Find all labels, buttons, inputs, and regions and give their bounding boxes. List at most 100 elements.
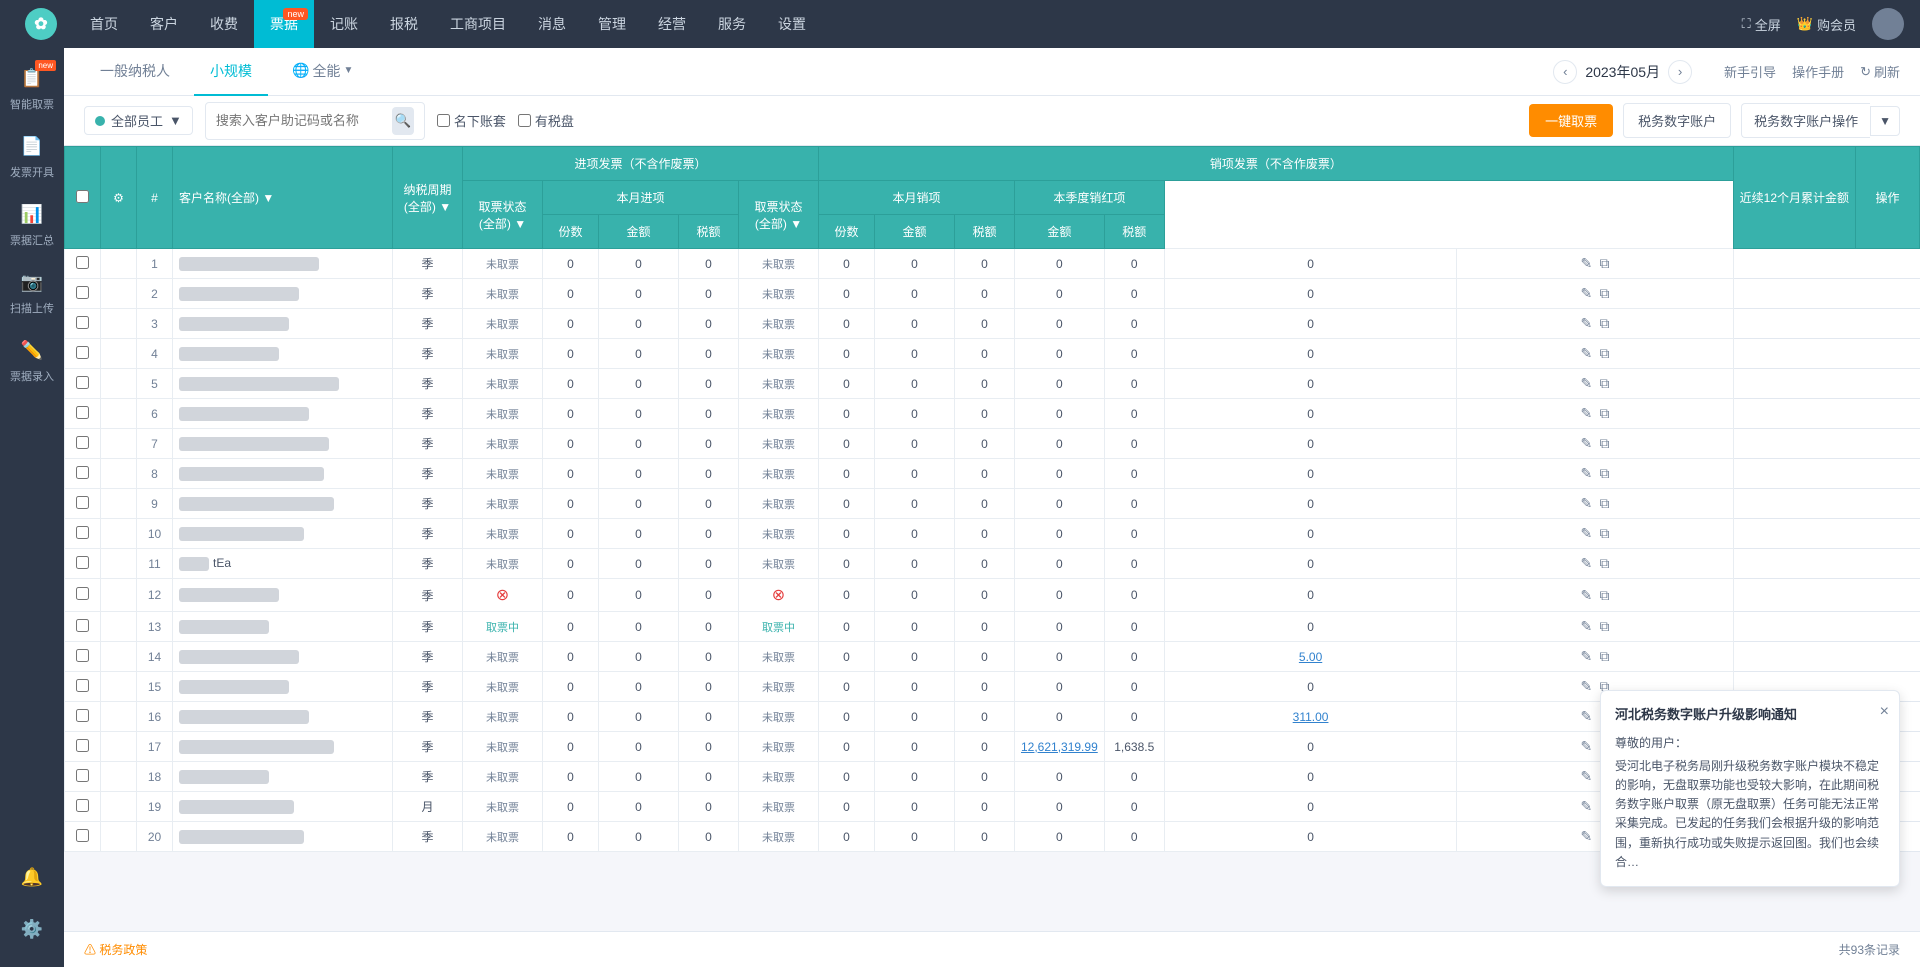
edit-action-button[interactable]: ✎	[1580, 618, 1592, 634]
user-avatar[interactable]	[1872, 8, 1904, 40]
row-checkbox[interactable]	[76, 256, 89, 269]
guide-link[interactable]: 新手引导	[1724, 62, 1776, 81]
staff-filter[interactable]: 全部员工 ▼	[84, 106, 193, 135]
copy-action-button[interactable]: ⧉	[1600, 525, 1610, 541]
edit-action-button[interactable]: ✎	[1580, 648, 1592, 664]
logo[interactable]: ✿	[16, 0, 66, 48]
nav-item-settings[interactable]: 设置	[762, 0, 822, 48]
edit-action-button[interactable]: ✎	[1580, 768, 1592, 784]
fullscreen-button[interactable]: ⛶ 全屏	[1742, 15, 1781, 34]
copy-action-button[interactable]: ⧉	[1600, 618, 1610, 634]
select-all-checkbox[interactable]	[76, 190, 89, 203]
nav-item-service[interactable]: 服务	[702, 0, 762, 48]
copy-action-button[interactable]: ⧉	[1600, 555, 1610, 571]
row-checkbox[interactable]	[76, 436, 89, 449]
copy-action-button[interactable]: ⧉	[1600, 285, 1610, 301]
nav-item-business[interactable]: 工商项目	[434, 0, 522, 48]
row-checkbox[interactable]	[76, 316, 89, 329]
copy-action-button[interactable]: ⧉	[1600, 465, 1610, 481]
row-checkbox[interactable]	[76, 739, 89, 752]
edit-action-button[interactable]: ✎	[1580, 828, 1592, 844]
row-checkbox[interactable]	[76, 376, 89, 389]
copy-action-button[interactable]: ⧉	[1600, 375, 1610, 391]
cumulative-value[interactable]: 5.00	[1299, 650, 1322, 664]
row-checkbox[interactable]	[76, 829, 89, 842]
nav-item-manage[interactable]: 管理	[582, 0, 642, 48]
client-name-header[interactable]: 客户名称(全部) ▼	[173, 147, 393, 249]
row-checkbox[interactable]	[76, 709, 89, 722]
nav-item-client[interactable]: 客户	[134, 0, 194, 48]
copy-action-button[interactable]: ⧉	[1600, 648, 1610, 664]
tax-policy-link[interactable]: ⚠ 税务政策	[84, 941, 147, 958]
tab-general-taxpayer[interactable]: 一般纳税人	[84, 48, 186, 96]
edit-action-button[interactable]: ✎	[1580, 738, 1592, 754]
copy-action-button[interactable]: ⧉	[1600, 315, 1610, 331]
row-checkbox[interactable]	[76, 679, 89, 692]
edit-action-button[interactable]: ✎	[1580, 405, 1592, 421]
edit-action-button[interactable]: ✎	[1580, 465, 1592, 481]
tax-disk-checkbox[interactable]	[518, 114, 531, 127]
output-status-header[interactable]: 取票状态(全部) ▼	[739, 181, 819, 249]
row-checkbox[interactable]	[76, 649, 89, 662]
ledger-checkbox-label[interactable]: 名下账套	[437, 111, 506, 130]
copy-action-button[interactable]: ⧉	[1600, 405, 1610, 421]
nav-item-home[interactable]: 首页	[74, 0, 134, 48]
sidebar-item-scan[interactable]: 📷 扫描上传	[4, 260, 60, 324]
edit-action-button[interactable]: ✎	[1580, 495, 1592, 511]
tax-period-header[interactable]: 纳税周期(全部) ▼	[393, 147, 463, 249]
row-checkbox[interactable]	[76, 286, 89, 299]
edit-action-button[interactable]: ✎	[1580, 345, 1592, 361]
edit-action-button[interactable]: ✎	[1580, 435, 1592, 451]
row-checkbox[interactable]	[76, 466, 89, 479]
sidebar-item-entry[interactable]: ✏️ 票据录入	[4, 328, 60, 392]
edit-action-button[interactable]: ✎	[1580, 708, 1592, 724]
digital-ops-button[interactable]: 税务数字账户操作	[1741, 103, 1870, 138]
edit-action-button[interactable]: ✎	[1580, 678, 1592, 694]
row-checkbox[interactable]	[76, 769, 89, 782]
sidebar-item-issue-invoice[interactable]: 📄 发票开具	[4, 124, 60, 188]
row-checkbox[interactable]	[76, 496, 89, 509]
edit-action-button[interactable]: ✎	[1580, 798, 1592, 814]
edit-action-button[interactable]: ✎	[1580, 525, 1592, 541]
prev-month-button[interactable]: ‹	[1553, 60, 1577, 84]
edit-action-button[interactable]: ✎	[1580, 587, 1592, 603]
popup-close-button[interactable]: ×	[1880, 699, 1889, 725]
one-key-invoice-button[interactable]: 一键取票	[1529, 104, 1613, 137]
nav-item-message[interactable]: 消息	[522, 0, 582, 48]
member-button[interactable]: 👑 购会员	[1797, 15, 1856, 34]
ledger-checkbox[interactable]	[437, 114, 450, 127]
copy-action-button[interactable]: ⧉	[1600, 587, 1610, 603]
copy-action-button[interactable]: ⧉	[1600, 345, 1610, 361]
copy-action-button[interactable]: ⧉	[1600, 255, 1610, 271]
row-checkbox[interactable]	[76, 556, 89, 569]
row-checkbox[interactable]	[76, 406, 89, 419]
edit-action-button[interactable]: ✎	[1580, 315, 1592, 331]
nav-item-operation[interactable]: 经营	[642, 0, 702, 48]
copy-action-button[interactable]: ⧉	[1600, 435, 1610, 451]
digital-account-button[interactable]: 税务数字账户	[1623, 103, 1731, 138]
sidebar-item-summary[interactable]: 📊 票据汇总	[4, 192, 60, 256]
row-checkbox[interactable]	[76, 619, 89, 632]
nav-item-tax[interactable]: 报税	[374, 0, 434, 48]
edit-action-button[interactable]: ✎	[1580, 285, 1592, 301]
search-button[interactable]: 🔍	[392, 107, 414, 135]
search-input[interactable]	[216, 113, 392, 128]
sidebar-settings-button[interactable]: ⚙️	[4, 907, 60, 951]
refresh-link[interactable]: ↻ 刷新	[1860, 62, 1900, 81]
row-checkbox[interactable]	[76, 346, 89, 359]
nav-item-invoice[interactable]: 票据 new	[254, 0, 314, 48]
row-checkbox[interactable]	[76, 587, 89, 600]
sidebar-item-smart-invoice[interactable]: new 📋 智能取票	[4, 56, 60, 120]
edit-action-button[interactable]: ✎	[1580, 255, 1592, 271]
nav-item-bookkeeping[interactable]: 记账	[314, 0, 374, 48]
sidebar-notify-button[interactable]: 🔔	[4, 855, 60, 899]
row-checkbox[interactable]	[76, 799, 89, 812]
red-amount-value[interactable]: 12,621,319.99	[1021, 740, 1098, 754]
tax-disk-checkbox-label[interactable]: 有税盘	[518, 111, 574, 130]
tab-all-in-one[interactable]: 🌐 全能 ▼	[276, 48, 369, 96]
nav-item-fee[interactable]: 收费	[194, 0, 254, 48]
input-status-header[interactable]: 取票状态(全部) ▼	[463, 181, 543, 249]
row-checkbox[interactable]	[76, 526, 89, 539]
copy-action-button[interactable]: ⧉	[1600, 495, 1610, 511]
digital-ops-dropdown[interactable]: ▼	[1870, 106, 1900, 136]
